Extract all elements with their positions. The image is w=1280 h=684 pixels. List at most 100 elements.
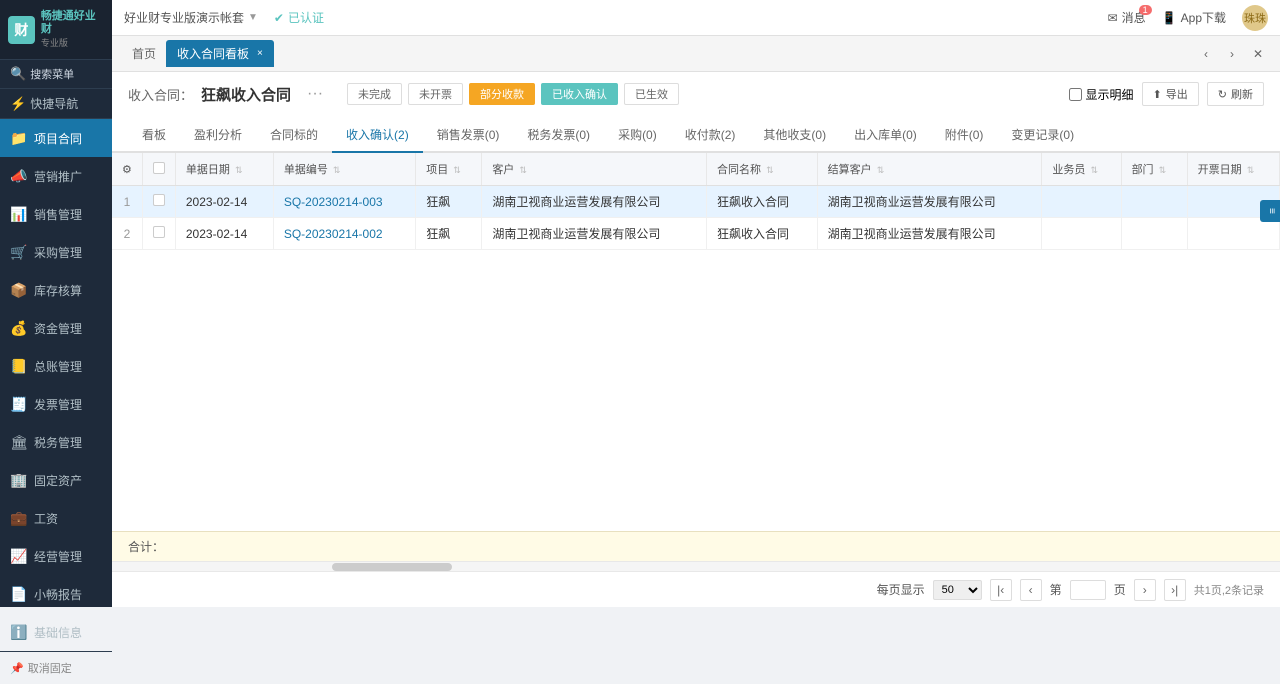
pagination-first-button[interactable]: |‹ bbox=[990, 579, 1012, 601]
sidebar-item-marketing[interactable]: 📣 营销推广 bbox=[0, 157, 112, 195]
col-customer-header[interactable]: 客户 ⇅ bbox=[482, 153, 707, 186]
col-settle-customer-header[interactable]: 结算客户 ⇅ bbox=[817, 153, 1042, 186]
sidebar-item-quick-nav[interactable]: ⚡ 快捷导航 bbox=[0, 89, 112, 119]
row-2-docno: SQ-20230214-002 bbox=[273, 218, 415, 250]
sidebar-item-sales[interactable]: 📊 销售管理 bbox=[0, 195, 112, 233]
pagination-last-button[interactable]: ›| bbox=[1164, 579, 1186, 601]
status-uninvoiced-button[interactable]: 未开票 bbox=[408, 83, 463, 105]
user-profile[interactable]: 珠珠 bbox=[1242, 5, 1268, 31]
row-1-settle-customer: 湖南卫视商业运营发展有限公司 bbox=[817, 186, 1042, 218]
pagination-page-input[interactable]: 1 bbox=[1070, 580, 1106, 600]
table-row[interactable]: 2 2023-02-14 SQ-20230214-002 狂飙 湖南卫视商业运营… bbox=[112, 218, 1280, 250]
row-checkbox-2[interactable] bbox=[142, 218, 175, 250]
page-title-row: 收入合同： 狂飙收入合同 ··· 未完成 未开票 部分收款 已收入确认 已生效 … bbox=[128, 82, 1264, 106]
sidebar-item-tax[interactable]: 🏛 税务管理 bbox=[0, 423, 112, 461]
col-contract-header[interactable]: 合同名称 ⇅ bbox=[707, 153, 818, 186]
tab-profit[interactable]: 盈利分析 bbox=[180, 118, 256, 153]
sidebar-item-invoice[interactable]: 🧾 发票管理 bbox=[0, 385, 112, 423]
col-project-header[interactable]: 项目 ⇅ bbox=[416, 153, 482, 186]
sidebar-item-fixed-assets[interactable]: 🏢 固定资产 bbox=[0, 461, 112, 499]
pagination-prev-button[interactable]: ‹ bbox=[1020, 579, 1042, 601]
sidebar-item-ops[interactable]: 📈 经营管理 bbox=[0, 537, 112, 575]
export-button[interactable]: ⬆ 导出 bbox=[1142, 82, 1199, 106]
tab-income-confirm[interactable]: 收入确认(2) bbox=[332, 118, 423, 153]
status-effective-button[interactable]: 已生效 bbox=[624, 83, 679, 105]
sidebar-item-report[interactable]: 📄 小畅报告 bbox=[0, 575, 112, 613]
select-all-checkbox[interactable] bbox=[153, 162, 165, 174]
tab-warehouse[interactable]: 出入库单(0) bbox=[840, 118, 931, 153]
sidebar-project-label: 项目合同 bbox=[34, 130, 82, 147]
show-detail-checkbox-wrapper[interactable]: 显示明细 bbox=[1069, 86, 1134, 103]
tab-attachment[interactable]: 附件(0) bbox=[931, 118, 998, 153]
more-options-button[interactable]: ··· bbox=[307, 85, 323, 103]
row-1-docno-link[interactable]: SQ-20230214-003 bbox=[284, 195, 383, 209]
row-checkbox-1[interactable] bbox=[142, 186, 175, 218]
sidebar-item-purchase[interactable]: 🛒 采购管理 bbox=[0, 233, 112, 271]
table-row[interactable]: 1 2023-02-14 SQ-20230214-003 狂飙 湖南卫视商业运营… bbox=[112, 186, 1280, 218]
status-incomplete-button[interactable]: 未完成 bbox=[347, 83, 402, 105]
company-selector[interactable]: 好业财专业版演示帐套 ▼ bbox=[124, 9, 258, 26]
status-income-confirmed-button[interactable]: 已收入确认 bbox=[541, 83, 618, 105]
dept-sort-icon: ⇅ bbox=[1159, 165, 1167, 175]
tab-purchase[interactable]: 采购(0) bbox=[604, 118, 671, 153]
tab-other-income[interactable]: 其他收支(0) bbox=[749, 118, 840, 153]
col-billdate-header[interactable]: 开票日期 ⇅ bbox=[1187, 153, 1279, 186]
sidebar-pin-toggle[interactable]: 📌 取消固定 bbox=[0, 651, 112, 684]
show-detail-checkbox[interactable] bbox=[1069, 88, 1082, 101]
project-sort-icon: ⇅ bbox=[453, 165, 461, 175]
fixed-assets-icon: 🏢 bbox=[10, 471, 28, 489]
horizontal-scrollbar[interactable] bbox=[112, 561, 1280, 571]
status-partial-payment-button[interactable]: 部分收款 bbox=[469, 83, 535, 105]
col-dept-header[interactable]: 部门 ⇅ bbox=[1121, 153, 1187, 186]
row-2-checkbox[interactable] bbox=[153, 226, 165, 238]
row-2-contract: 狂飙收入合同 bbox=[707, 218, 818, 250]
right-float-button[interactable]: ≡ bbox=[1260, 200, 1280, 222]
message-button[interactable]: ✉ 1 消息 bbox=[1108, 9, 1146, 26]
col-date-header[interactable]: 单据日期 ⇅ bbox=[175, 153, 273, 186]
sidebar-report-label: 小畅报告 bbox=[34, 586, 82, 603]
sidebar-item-project[interactable]: 📁 项目合同 bbox=[0, 119, 112, 157]
sidebar-item-search[interactable]: 🔍 搜索菜单 bbox=[0, 60, 112, 89]
col-docno-header[interactable]: 单据编号 ⇅ bbox=[273, 153, 415, 186]
sidebar-purchase-label: 采购管理 bbox=[34, 244, 82, 261]
tab-contract-subject[interactable]: 合同标的 bbox=[256, 118, 332, 153]
row-1-checkbox[interactable] bbox=[153, 194, 165, 206]
tab-close-button[interactable]: × bbox=[257, 48, 263, 59]
main-area: 好业财专业版演示帐套 ▼ ✔ 已认证 ✉ 1 消息 📱 App下载 珠珠 bbox=[112, 0, 1280, 607]
active-tab[interactable]: 收入合同看板 × bbox=[166, 40, 274, 67]
row-1-salesperson bbox=[1042, 186, 1121, 218]
sidebar-item-general[interactable]: 📒 总账管理 bbox=[0, 347, 112, 385]
per-page-select[interactable]: 50 20 100 bbox=[933, 580, 982, 600]
sidebar-item-labor[interactable]: 💼 工资 bbox=[0, 499, 112, 537]
sidebar-item-inventory[interactable]: 📦 库存核算 bbox=[0, 271, 112, 309]
home-tab[interactable]: 首页 bbox=[124, 41, 164, 66]
pagination-next-button[interactable]: › bbox=[1134, 579, 1156, 601]
app-download-button[interactable]: 📱 App下载 bbox=[1162, 9, 1226, 26]
pagination: 每页显示 50 20 100 |‹ ‹ 第 1 页 › ›| 共1页,2条记录 bbox=[112, 571, 1280, 607]
tab-sales-invoice[interactable]: 销售发票(0) bbox=[423, 118, 514, 153]
page-header: 收入合同： 狂飙收入合同 ··· 未完成 未开票 部分收款 已收入确认 已生效 … bbox=[112, 72, 1280, 114]
quick-nav-icon: ⚡ bbox=[10, 96, 26, 112]
row-2-project: 狂飙 bbox=[416, 218, 482, 250]
tab-tax-invoice[interactable]: 税务发票(0) bbox=[513, 118, 604, 153]
tab-change-log[interactable]: 变更记录(0) bbox=[997, 118, 1088, 153]
sidebar-labor-label: 工资 bbox=[34, 510, 58, 527]
tab-payment[interactable]: 收付款(2) bbox=[671, 118, 750, 153]
scrollbar-thumb[interactable] bbox=[332, 563, 452, 571]
sidebar-invoice-label: 发票管理 bbox=[34, 396, 82, 413]
tab-prev-button[interactable]: ‹ bbox=[1196, 44, 1216, 64]
sidebar-item-funds[interactable]: 💰 资金管理 bbox=[0, 309, 112, 347]
col-salesperson-header[interactable]: 业务员 ⇅ bbox=[1042, 153, 1121, 186]
row-2-date: 2023-02-14 bbox=[175, 218, 273, 250]
contract-sort-icon: ⇅ bbox=[766, 165, 774, 175]
sidebar-item-basic-info[interactable]: ℹ️ 基础信息 bbox=[0, 613, 112, 651]
cert-badge: ✔ 已认证 bbox=[274, 9, 324, 26]
tab-close-all-button[interactable]: ✕ bbox=[1248, 44, 1268, 64]
sidebar-sales-label: 销售管理 bbox=[34, 206, 82, 223]
tab-next-button[interactable]: › bbox=[1222, 44, 1242, 64]
tab-kanban[interactable]: 看板 bbox=[128, 118, 180, 153]
refresh-button[interactable]: ↻ 刷新 bbox=[1207, 82, 1264, 106]
row-2-docno-link[interactable]: SQ-20230214-002 bbox=[284, 227, 383, 241]
pin-icon: 📌 bbox=[10, 662, 24, 675]
settings-icon[interactable]: ⚙ bbox=[122, 164, 132, 176]
